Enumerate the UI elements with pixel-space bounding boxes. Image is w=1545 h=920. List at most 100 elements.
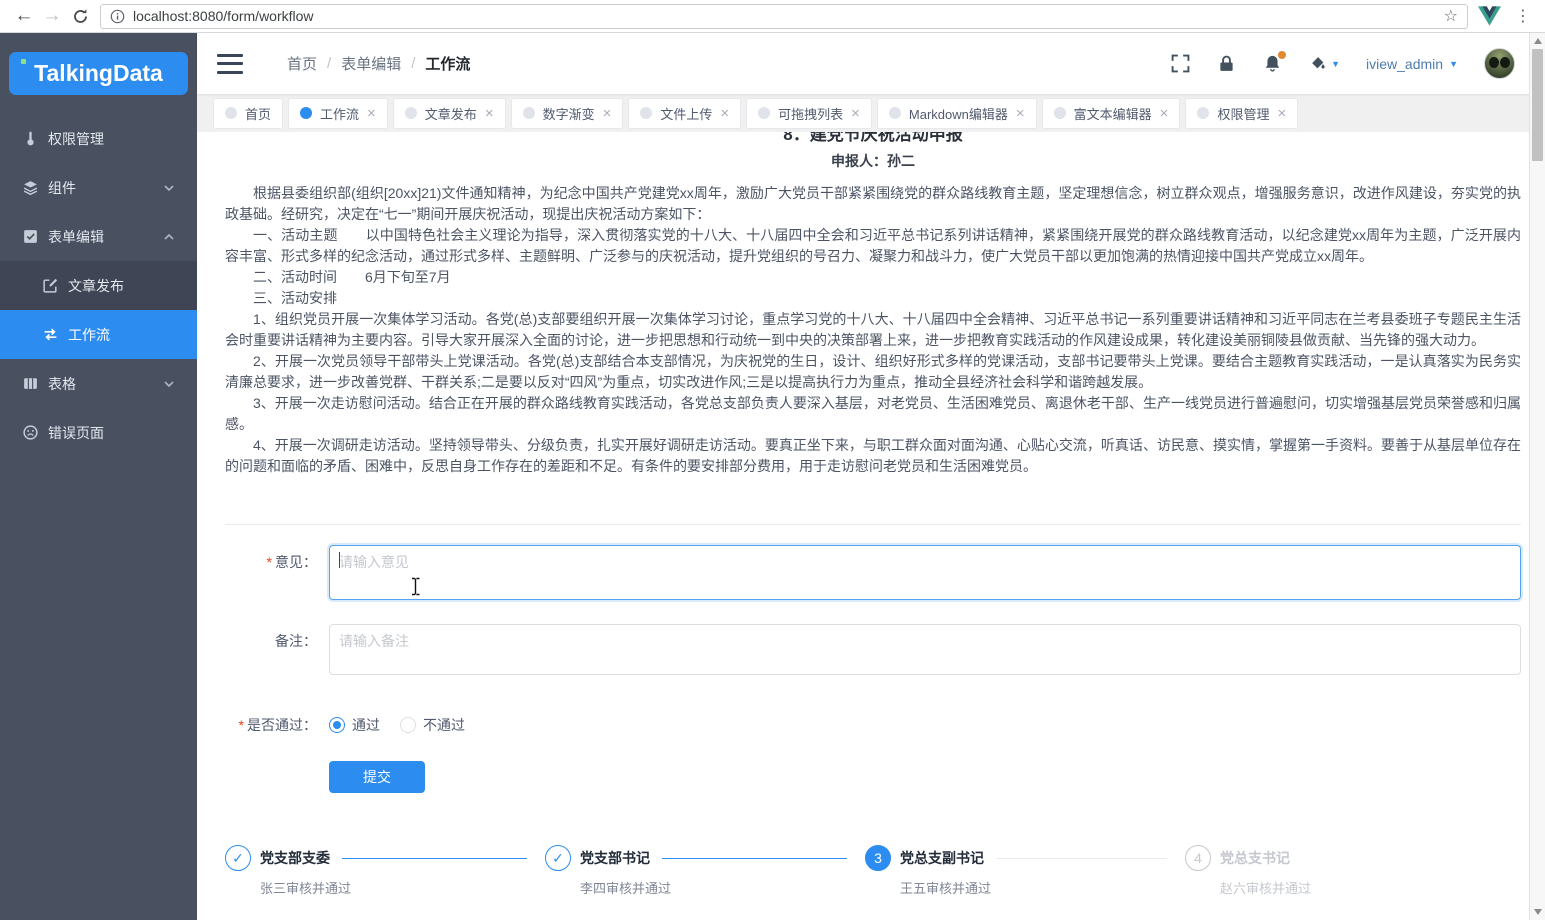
opened-tags-bar: 首页 工作流 × 文章发布 × 数字渐变 × 文件上传 × 可拖拽列表 × Ma… <box>197 94 1545 132</box>
chevron-down-icon <box>164 380 174 387</box>
close-icon[interactable]: × <box>720 106 729 121</box>
remark-input[interactable] <box>330 625 1520 674</box>
document-title: 8：建党节庆祝活动申报 <box>783 132 963 142</box>
submit-button[interactable]: 提交 <box>329 761 425 793</box>
browser-menu-icon[interactable]: ⋮ <box>1515 6 1531 26</box>
remark-textarea-wrap <box>329 624 1521 675</box>
user-dropdown[interactable]: iview_admin ▼ <box>1366 56 1458 72</box>
page-scrollbar[interactable] <box>1529 33 1545 920</box>
step-connector <box>996 857 1167 859</box>
sidebar-collapse-button[interactable] <box>217 53 243 74</box>
address-bar[interactable]: localhost:8080/form/workflow ☆ <box>100 3 1468 29</box>
tag-dot <box>404 107 417 119</box>
tag-dot <box>300 107 313 119</box>
sidebar-item-error-pages[interactable]: 错误页面 <box>0 408 197 457</box>
tag-draggable-list[interactable]: 可拖拽列表 × <box>746 97 872 129</box>
notification-badge <box>1278 50 1287 59</box>
close-icon[interactable]: × <box>1277 106 1286 121</box>
close-icon[interactable]: × <box>1160 106 1169 121</box>
logo-text: TalkingData <box>34 60 163 86</box>
browser-reload-button[interactable] <box>66 2 94 30</box>
theme-switch-button[interactable]: ▼ <box>1309 54 1340 73</box>
tag-rich-text-editor[interactable]: 富文本编辑器 × <box>1041 97 1181 129</box>
radio-label: 通过 <box>352 717 380 733</box>
app-logo: TalkingData <box>9 52 188 95</box>
table-icon <box>24 378 37 389</box>
tag-count-to[interactable]: 数字渐变 × <box>510 97 624 129</box>
url-text[interactable]: localhost:8080/form/workflow <box>133 8 1444 24</box>
sidebar: TalkingData 权限管理 组件 表单编辑 文章发布 工作流 表格 错误页… <box>0 33 197 920</box>
required-mark: * <box>238 717 244 733</box>
tag-workflow[interactable]: 工作流 × <box>288 97 388 129</box>
layers-icon <box>23 181 38 196</box>
doc-paragraph: 二、活动时间 6月下旬至7月 <box>253 269 451 285</box>
tag-label: 可拖拽列表 <box>778 106 844 122</box>
tag-label: 首页 <box>245 106 272 122</box>
scrollbar-up-arrow[interactable] <box>1530 34 1545 48</box>
reload-icon <box>73 8 87 23</box>
tag-dot <box>1197 107 1210 119</box>
sidebar-item-label: 表格 <box>48 375 76 392</box>
sidebar-item-form-edit[interactable]: 表单编辑 <box>0 212 197 261</box>
scrollbar-thumb[interactable] <box>1532 49 1543 161</box>
section-divider <box>225 524 1521 525</box>
lock-screen-button[interactable] <box>1217 54 1237 74</box>
sidebar-item-label: 错误页面 <box>48 424 104 441</box>
step-check-icon: ✓ <box>545 845 571 871</box>
scrollbar-down-arrow[interactable] <box>1530 905 1545 919</box>
top-header: 首页 / 表单编辑 / 工作流 ▼ iview_admin ▼ <box>197 33 1545 94</box>
bookmark-star-icon[interactable]: ☆ <box>1444 6 1458 26</box>
tag-label: 富文本编辑器 <box>1073 106 1152 122</box>
chevron-down-icon <box>164 184 174 191</box>
radio-reject[interactable]: 不通过 <box>400 715 465 735</box>
sidebar-item-label: 文章发布 <box>68 277 124 294</box>
close-icon[interactable]: × <box>485 106 494 121</box>
notifications-button[interactable] <box>1263 50 1287 74</box>
tag-permissions[interactable]: 权限管理 × <box>1185 97 1299 129</box>
doc-paragraph: 一、活动主题 以中国特色社会主义理论为指导，深入贯彻落实党的十八大、十八届四中全… <box>225 227 1521 264</box>
vue-devtools-icon[interactable] <box>1478 6 1501 26</box>
logo-accent <box>21 59 26 64</box>
fullscreen-button[interactable] <box>1171 54 1191 74</box>
radio-pass[interactable]: 通过 <box>329 715 380 735</box>
doc-paragraph: 2、开展一次党员领导干部带头上党课活动。各党(总)支部结合本支部情况，为庆祝党的… <box>225 353 1521 390</box>
sidebar-item-label: 权限管理 <box>48 130 104 147</box>
tag-home[interactable]: 首页 <box>213 97 284 129</box>
tag-article-publish[interactable]: 文章发布 × <box>392 97 506 129</box>
close-icon[interactable]: × <box>367 106 376 121</box>
sidebar-item-tables[interactable]: 表格 <box>0 359 197 408</box>
tag-file-upload[interactable]: 文件上传 × <box>628 97 742 129</box>
info-icon[interactable] <box>110 9 125 24</box>
sidebar-item-components[interactable]: 组件 <box>0 163 197 212</box>
pass-label: * 是否通过： <box>238 717 317 733</box>
workflow-page: 8：建党节庆祝活动申报 申报人：孙二 根据县委组织部(组织[20xx]21)文件… <box>197 132 1545 920</box>
caret-down-icon: ▼ <box>1449 58 1458 69</box>
sidebar-item-article-publish[interactable]: 文章发布 <box>0 261 197 310</box>
breadcrumb-form-edit[interactable]: 表单编辑 <box>341 53 401 74</box>
doc-paragraph: 1、组织党员开展一次集体学习活动。各党(总)支部要组织开展一次集体学习讨论，重点… <box>225 311 1521 348</box>
close-icon[interactable]: × <box>851 106 860 121</box>
sidebar-item-permissions[interactable]: 权限管理 <box>0 114 197 163</box>
tag-markdown-editor[interactable]: Markdown编辑器 × <box>876 97 1037 129</box>
step-title: 党总支书记 <box>1220 850 1290 866</box>
tag-label: 文件上传 <box>660 106 713 122</box>
step-description: 张三审核并通过 <box>260 881 352 896</box>
doc-paragraph: 3、开展一次走访慰问活动。结合正在开展的群众路线教育实践活动，各党总支部负责人要… <box>225 395 1521 432</box>
application-document: 8：建党节庆祝活动申报 申报人：孙二 根据县委组织部(组织[20xx]21)文件… <box>225 132 1521 510</box>
step-1: ✓ 党支部支委 张三审核并通过 <box>225 845 545 897</box>
browser-back-button[interactable]: ← <box>10 2 38 30</box>
breadcrumb-home[interactable]: 首页 <box>287 53 317 74</box>
approval-form: *意见： 备注： <box>225 545 1521 793</box>
radio-circle <box>329 717 345 733</box>
browser-toolbar: ← → localhost:8080/form/workflow ☆ ⋮ <box>0 0 1545 33</box>
opinion-input[interactable] <box>330 546 1520 599</box>
browser-forward-button[interactable]: → <box>38 2 66 30</box>
step-title: 党支部支委 <box>260 850 330 866</box>
close-icon[interactable]: × <box>603 106 612 121</box>
user-avatar[interactable] <box>1484 48 1515 79</box>
close-icon[interactable]: × <box>1016 106 1025 121</box>
sidebar-item-workflow[interactable]: 工作流 <box>0 310 197 359</box>
step-check-icon: ✓ <box>225 845 251 871</box>
fullscreen-icon <box>1171 54 1190 73</box>
breadcrumb-separator: / <box>411 55 416 72</box>
